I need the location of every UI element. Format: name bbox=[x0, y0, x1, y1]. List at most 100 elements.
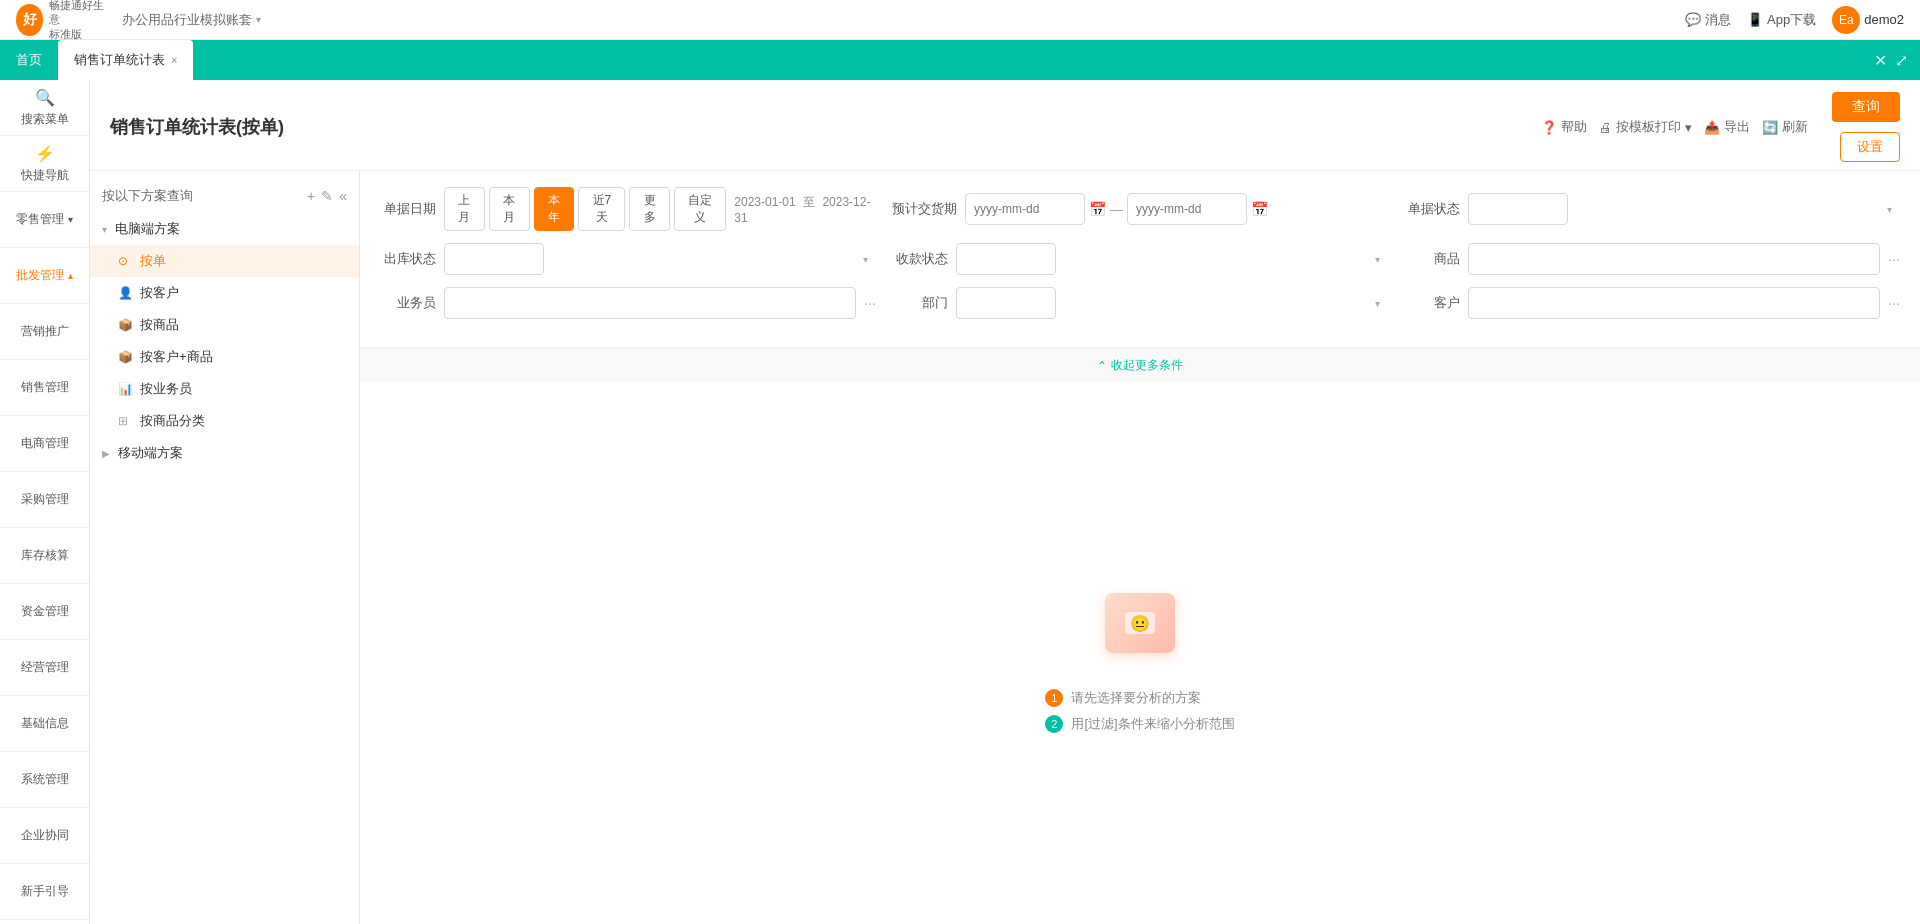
by-customer-product-icon: 📦 bbox=[118, 350, 134, 364]
message-icon: 💬 bbox=[1685, 12, 1701, 27]
order-status-select[interactable] bbox=[1468, 193, 1568, 225]
this-year-button[interactable]: 本年 bbox=[534, 187, 575, 231]
sidebar-item-purchase[interactable]: 采购管理 bbox=[0, 472, 89, 528]
payment-status-arrow-icon: ▾ bbox=[1375, 254, 1380, 265]
tree-mobile-header[interactable]: ▶ 移动端方案 bbox=[90, 437, 359, 469]
goods-more-icon[interactable]: ··· bbox=[1888, 251, 1900, 267]
delivery-date-start[interactable] bbox=[965, 193, 1085, 225]
department-group: 部门 ▾ bbox=[892, 287, 1388, 319]
sidebar-item-quick-nav[interactable]: ⚡ 快捷导航 bbox=[0, 136, 89, 192]
close-window-icon[interactable]: ✕ bbox=[1874, 51, 1887, 70]
order-status-label: 单据状态 bbox=[1404, 200, 1460, 218]
sidebar-item-ecommerce[interactable]: 电商管理 bbox=[0, 416, 89, 472]
payment-status-label: 收款状态 bbox=[892, 250, 948, 268]
sidebar-item-wholesale[interactable]: 批发管理 ▴ bbox=[0, 248, 89, 304]
hint-text-2: 用[过滤]条件来缩小分析范围 bbox=[1071, 715, 1234, 733]
edit-scheme-button[interactable]: ✎ bbox=[321, 188, 333, 204]
sidebar-item-system[interactable]: 系统管理 bbox=[0, 752, 89, 808]
export-icon: 📤 bbox=[1704, 120, 1720, 135]
breadcrumb-arrow-icon[interactable]: ▾ bbox=[256, 14, 261, 25]
tab-close-icon[interactable]: × bbox=[171, 54, 177, 66]
sidebar-item-enterprise[interactable]: 企业协同 bbox=[0, 808, 89, 864]
tree-desktop-header[interactable]: ▾ 电脑端方案 bbox=[90, 213, 359, 245]
custom-button[interactable]: 自定义 bbox=[674, 187, 726, 231]
date-range-display: 2023-01-01 至 2023-12-31 bbox=[734, 194, 876, 225]
help-button[interactable]: ❓ 帮助 bbox=[1541, 118, 1587, 136]
tab-sales-order-statistics[interactable]: 销售订单统计表 × bbox=[58, 40, 193, 80]
last-7-days-button[interactable]: 近7天 bbox=[578, 187, 625, 231]
sidebar-item-operations[interactable]: 经营管理 bbox=[0, 640, 89, 696]
tree-item-by-product[interactable]: 📦 按商品 bbox=[90, 309, 359, 341]
breadcrumb: 办公用品行业模拟账套 ▾ bbox=[122, 11, 261, 29]
calendar-end-icon[interactable]: 📅 bbox=[1251, 201, 1268, 217]
customer-input[interactable] bbox=[1468, 287, 1880, 319]
left-panel-actions: + ✎ « bbox=[307, 188, 347, 204]
sidebar-item-marketing[interactable]: 营销推广 bbox=[0, 304, 89, 360]
sidebar-item-inventory[interactable]: 库存核算 bbox=[0, 528, 89, 584]
tree-item-by-category[interactable]: ⊞ 按商品分类 bbox=[90, 405, 359, 437]
goods-group: 商品 ··· bbox=[1404, 243, 1900, 275]
query-button[interactable]: 查询 bbox=[1832, 92, 1900, 122]
add-scheme-button[interactable]: + bbox=[307, 188, 315, 204]
customer-label: 客户 bbox=[1404, 294, 1460, 312]
by-product-icon: 📦 bbox=[118, 318, 134, 332]
delivery-date-end[interactable] bbox=[1127, 193, 1247, 225]
refresh-button[interactable]: 🔄 刷新 bbox=[1762, 118, 1808, 136]
maximize-icon[interactable]: ⤢ bbox=[1895, 51, 1908, 70]
salesperson-input[interactable] bbox=[444, 287, 856, 319]
export-button[interactable]: 📤 导出 bbox=[1704, 118, 1750, 136]
department-arrow-icon: ▾ bbox=[1375, 298, 1380, 309]
order-status-arrow-icon: ▾ bbox=[1887, 204, 1892, 215]
sidebar-item-newbie[interactable]: 新手引导 bbox=[0, 864, 89, 920]
more-button[interactable]: 更多 bbox=[629, 187, 670, 231]
delivery-status-select[interactable] bbox=[444, 243, 544, 275]
date-dash: — bbox=[1110, 202, 1123, 217]
by-salesperson-icon: 📊 bbox=[118, 382, 134, 396]
empty-box: 😐 bbox=[1105, 593, 1175, 653]
customer-more-icon[interactable]: ··· bbox=[1888, 295, 1900, 311]
left-panel: 按以下方案查询 + ✎ « ▾ 电脑端方案 ⊙ 按单 � bbox=[90, 171, 360, 924]
collapse-bar[interactable]: ⌃ 收起更多条件 bbox=[360, 348, 1920, 382]
user-name: demo2 bbox=[1864, 12, 1904, 27]
expected-delivery-label: 预计交货期 bbox=[892, 200, 957, 218]
collapse-panel-button[interactable]: « bbox=[339, 188, 347, 204]
department-select[interactable] bbox=[956, 287, 1056, 319]
by-order-icon: ⊙ bbox=[118, 254, 134, 268]
message-button[interactable]: 💬 消息 bbox=[1685, 11, 1731, 29]
this-month-button[interactable]: 本月 bbox=[489, 187, 530, 231]
salesperson-more-icon[interactable]: ··· bbox=[864, 295, 876, 311]
template-print-button[interactable]: 🖨 按模板打印 ▾ bbox=[1599, 118, 1692, 136]
app-download-button[interactable]: 📱 App下载 bbox=[1747, 11, 1816, 29]
tree-expand-icon: ▾ bbox=[102, 224, 107, 235]
sidebar-item-finance[interactable]: 资金管理 bbox=[0, 584, 89, 640]
breadcrumb-text: 办公用品行业模拟账套 bbox=[122, 11, 252, 29]
sidebar-item-basic[interactable]: 基础信息 bbox=[0, 696, 89, 752]
logo-icon: 好 bbox=[16, 4, 43, 36]
sidebar-item-sales[interactable]: 销售管理 bbox=[0, 360, 89, 416]
goods-input[interactable] bbox=[1468, 243, 1880, 275]
tree-item-by-salesperson[interactable]: 📊 按业务员 bbox=[90, 373, 359, 405]
sidebar-item-retail[interactable]: 零售管理 ▾ bbox=[0, 192, 89, 248]
tree-item-by-customer-product[interactable]: 📦 按客户+商品 bbox=[90, 341, 359, 373]
last-month-button[interactable]: 上月 bbox=[444, 187, 485, 231]
left-panel-title: 按以下方案查询 bbox=[102, 187, 193, 205]
retail-arrow-icon: ▾ bbox=[68, 214, 73, 225]
tab-home[interactable]: 首页 bbox=[0, 40, 58, 80]
logo-area: 好 畅捷通好生意 标准版 bbox=[16, 0, 106, 41]
tree-item-by-customer[interactable]: 👤 按客户 bbox=[90, 277, 359, 309]
split-content: 按以下方案查询 + ✎ « ▾ 电脑端方案 ⊙ 按单 � bbox=[90, 171, 1920, 924]
by-category-icon: ⊞ bbox=[118, 414, 134, 428]
wholesale-arrow-icon: ▴ bbox=[68, 270, 73, 281]
user-area[interactable]: Ea demo2 bbox=[1832, 6, 1904, 34]
sidebar: 🔍 搜索菜单 ⚡ 快捷导航 零售管理 ▾ 批发管理 ▴ 营销推广 销售管理 电商… bbox=[0, 80, 90, 924]
sidebar-item-app-center[interactable]: 应用中心 bbox=[0, 920, 89, 924]
btn-area: 查询 设置 bbox=[1820, 92, 1900, 162]
calendar-start-icon[interactable]: 📅 bbox=[1089, 201, 1106, 217]
settings-button[interactable]: 设置 bbox=[1840, 132, 1900, 162]
sidebar-item-search[interactable]: 🔍 搜索菜单 bbox=[0, 80, 89, 136]
order-date-label: 单据日期 bbox=[380, 200, 436, 218]
payment-status-select[interactable] bbox=[956, 243, 1056, 275]
tree-item-by-order[interactable]: ⊙ 按单 bbox=[90, 245, 359, 277]
quick-nav-icon: ⚡ bbox=[35, 144, 55, 163]
filter-row-2: 出库状态 ▾ 收款状态 bbox=[380, 243, 1900, 275]
